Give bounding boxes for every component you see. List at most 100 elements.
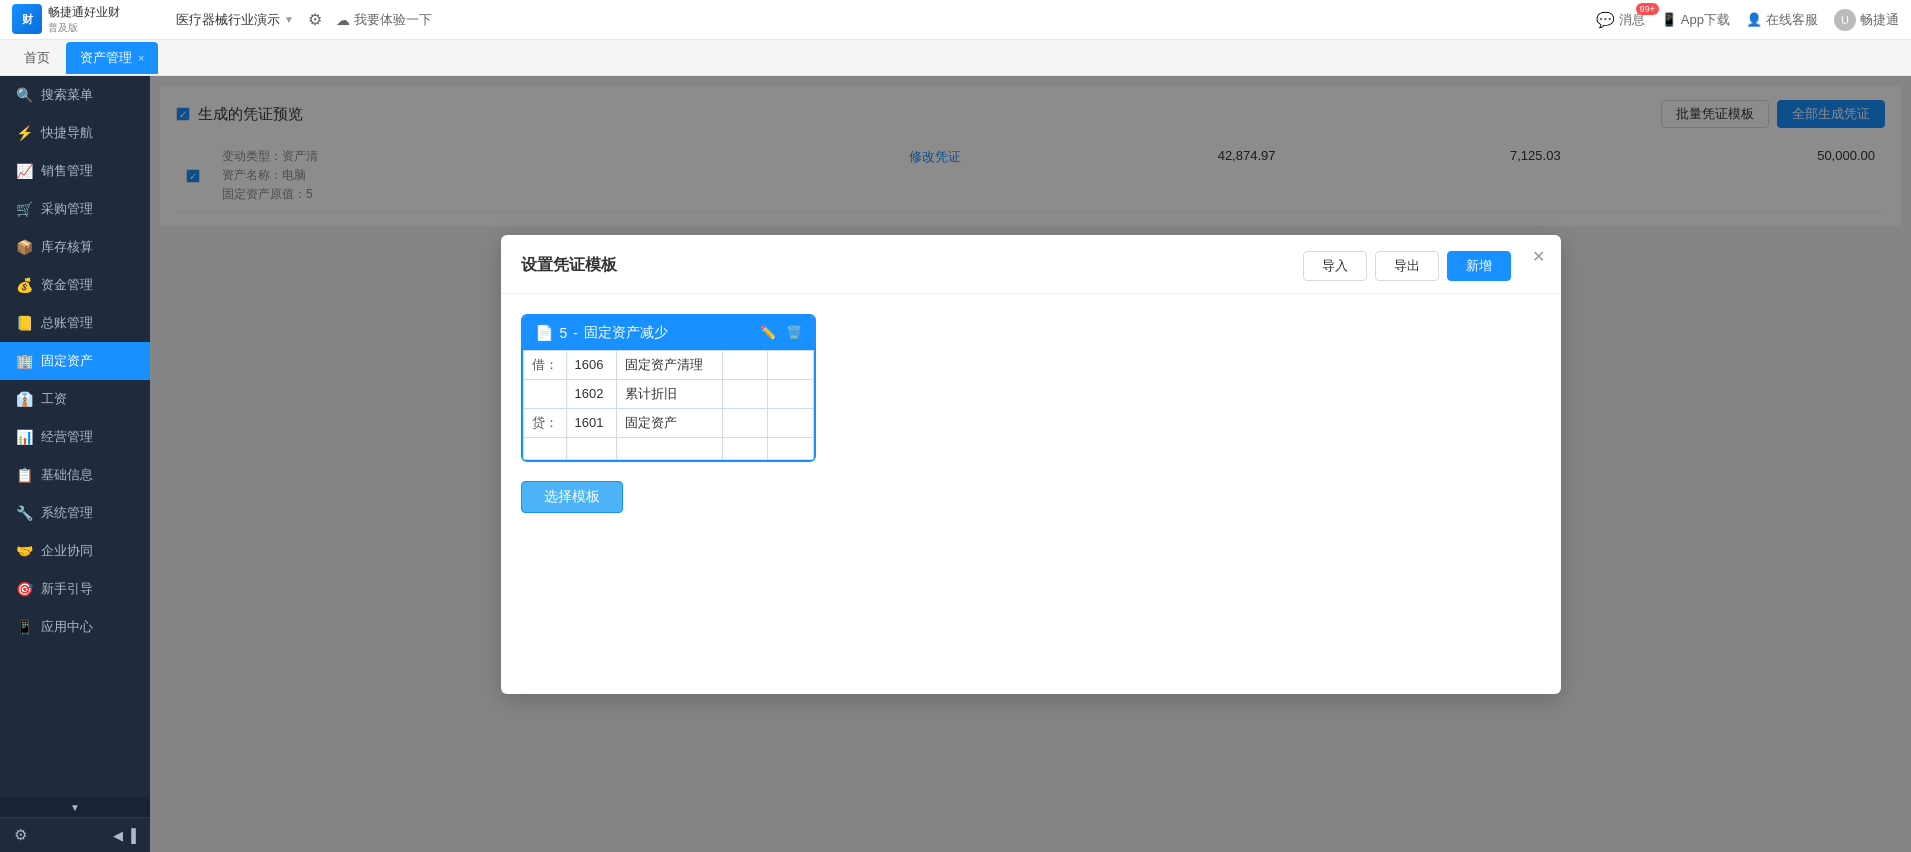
cloud-icon: ☁	[336, 12, 350, 28]
template-edit-icon[interactable]: ✏️	[760, 325, 776, 340]
sidebar-item-system[interactable]: 🔧 系统管理	[0, 494, 150, 532]
logo-text: 畅捷通好业财	[48, 4, 120, 21]
chevron-down-icon: ▼	[284, 14, 294, 25]
template-row-4-credit	[768, 437, 813, 459]
template-name-dash: -	[573, 325, 578, 341]
template-row-4-debit	[723, 437, 768, 459]
sidebar-label-search: 搜索菜单	[41, 86, 93, 104]
dialog-close-button[interactable]: ✕	[1532, 249, 1545, 265]
sidebar-label-ledger: 总账管理	[41, 314, 93, 332]
modal-overlay: 设置凭证模板 导入 导出 新增 ✕ 📄	[150, 76, 1911, 852]
tab-home[interactable]: 首页	[10, 42, 64, 74]
tab-asset-mgmt[interactable]: 资产管理 ×	[66, 42, 158, 74]
sidebar-label-payroll: 工资	[41, 390, 67, 408]
ledger-icon: 📒	[16, 315, 33, 331]
template-row-3-credit	[768, 408, 813, 437]
template-row-3: 贷： 1601 固定资产	[523, 408, 813, 437]
sidebar-item-search[interactable]: 🔍 搜索菜单	[0, 76, 150, 114]
sidebar-collapse-icon[interactable]: ◀ ▐	[113, 828, 136, 843]
sidebar-item-payroll[interactable]: 👔 工资	[0, 380, 150, 418]
template-row-1-subject: 固定资产清理	[616, 350, 723, 379]
template-row-2: 1602 累计折旧	[523, 379, 813, 408]
search-icon: 🔍	[16, 87, 33, 103]
sidebar-item-ledger[interactable]: 📒 总账管理	[0, 304, 150, 342]
sidebar-label-quick-nav: 快捷导航	[41, 124, 93, 142]
template-row-2-code: 1602	[566, 379, 616, 408]
template-id: 5	[560, 325, 568, 341]
purchase-icon: 🛒	[16, 201, 33, 217]
user-name: 畅捷通	[1860, 11, 1899, 29]
sidebar-item-finance[interactable]: 💰 资金管理	[0, 266, 150, 304]
sidebar-item-inventory[interactable]: 📦 库存核算	[0, 228, 150, 266]
dialog-title: 设置凭证模板	[521, 255, 617, 276]
sidebar-scroll-down[interactable]: ▼	[0, 797, 150, 817]
sidebar-label-guide: 新手引导	[41, 580, 93, 598]
template-row-1-code: 1606	[566, 350, 616, 379]
dialog: 设置凭证模板 导入 导出 新增 ✕ 📄	[501, 235, 1561, 694]
template-row-1-credit	[768, 350, 813, 379]
template-row-1: 借： 1606 固定资产清理	[523, 350, 813, 379]
sidebar-label-purchase: 采购管理	[41, 200, 93, 218]
template-row-3-subject: 固定资产	[616, 408, 723, 437]
template-row-3-direction: 贷：	[523, 408, 566, 437]
sidebar-item-sales[interactable]: 📈 销售管理	[0, 152, 150, 190]
gear-button[interactable]: ⚙	[308, 10, 322, 29]
template-row-2-credit	[768, 379, 813, 408]
user-icon: U	[1834, 9, 1856, 31]
payroll-icon: 👔	[16, 391, 33, 407]
company-name: 医疗器械行业演示	[176, 11, 280, 29]
user-menu[interactable]: U 畅捷通	[1834, 9, 1899, 31]
template-row-3-code: 1601	[566, 408, 616, 437]
tab-asset-mgmt-label: 资产管理	[80, 49, 132, 67]
collab-icon: 🤝	[16, 543, 33, 559]
company-selector[interactable]: 医疗器械行业演示 ▼	[170, 11, 300, 29]
app-center-icon: 📱	[16, 619, 33, 635]
new-button[interactable]: 新增	[1447, 251, 1511, 281]
messages-button[interactable]: 💬 消息 99+	[1596, 11, 1645, 29]
sidebar-label-app-center: 应用中心	[41, 618, 93, 636]
finance-icon: 💰	[16, 277, 33, 293]
sidebar-item-basic-info[interactable]: 📋 基础信息	[0, 456, 150, 494]
tab-close-icon[interactable]: ×	[138, 52, 144, 64]
guide-icon: 🎯	[16, 581, 33, 597]
sidebar-item-purchase[interactable]: 🛒 采购管理	[0, 190, 150, 228]
tab-home-label: 首页	[24, 49, 50, 67]
message-badge: 99+	[1636, 3, 1659, 15]
template-doc-icon: 📄	[535, 324, 554, 342]
online-service-button[interactable]: 👤 在线客服	[1746, 11, 1818, 29]
export-button[interactable]: 导出	[1375, 251, 1439, 281]
sidebar-label-basic-info: 基础信息	[41, 466, 93, 484]
logo-subtext: 普及版	[48, 21, 120, 35]
sidebar-label-collab: 企业协同	[41, 542, 93, 560]
sidebar-label-inventory: 库存核算	[41, 238, 93, 256]
app-download-button[interactable]: 📱 App下载	[1661, 11, 1730, 29]
sidebar-label-sales: 销售管理	[41, 162, 93, 180]
template-name: 固定资产减少	[584, 324, 668, 342]
template-delete-icon[interactable]: 🗑️	[786, 325, 802, 340]
app-label: App下载	[1681, 11, 1730, 29]
cloud-experience[interactable]: ☁ 我要体验一下	[336, 11, 432, 29]
sidebar-item-app-center[interactable]: 📱 应用中心	[0, 608, 150, 646]
logo-icon: 财	[12, 4, 42, 34]
fixed-assets-icon: 🏢	[16, 353, 33, 369]
sales-icon: 📈	[16, 163, 33, 179]
template-row-2-debit	[723, 379, 768, 408]
sidebar-item-fixed-assets[interactable]: 🏢 固定资产	[0, 342, 150, 380]
sidebar-item-quick-nav[interactable]: ⚡ 快捷导航	[0, 114, 150, 152]
phone-icon: 📱	[1661, 12, 1677, 27]
template-row-2-subject: 累计折旧	[616, 379, 723, 408]
basic-info-icon: 📋	[16, 467, 33, 483]
select-template-button[interactable]: 选择模板	[521, 481, 623, 513]
template-row-1-debit	[723, 350, 768, 379]
message-icon: 💬	[1596, 11, 1615, 29]
template-card-header: 📄 5 - 固定资产减少 ✏️ 🗑️	[523, 316, 814, 350]
operations-icon: 📊	[16, 429, 33, 445]
sidebar-item-guide[interactable]: 🎯 新手引导	[0, 570, 150, 608]
template-row-2-direction	[523, 379, 566, 408]
sidebar-item-collab[interactable]: 🤝 企业协同	[0, 532, 150, 570]
sidebar-label-operations: 经营管理	[41, 428, 93, 446]
sidebar-settings-icon[interactable]: ⚙	[14, 826, 27, 844]
sidebar-item-operations[interactable]: 📊 经营管理	[0, 418, 150, 456]
service-icon: 👤	[1746, 12, 1762, 27]
import-button[interactable]: 导入	[1303, 251, 1367, 281]
